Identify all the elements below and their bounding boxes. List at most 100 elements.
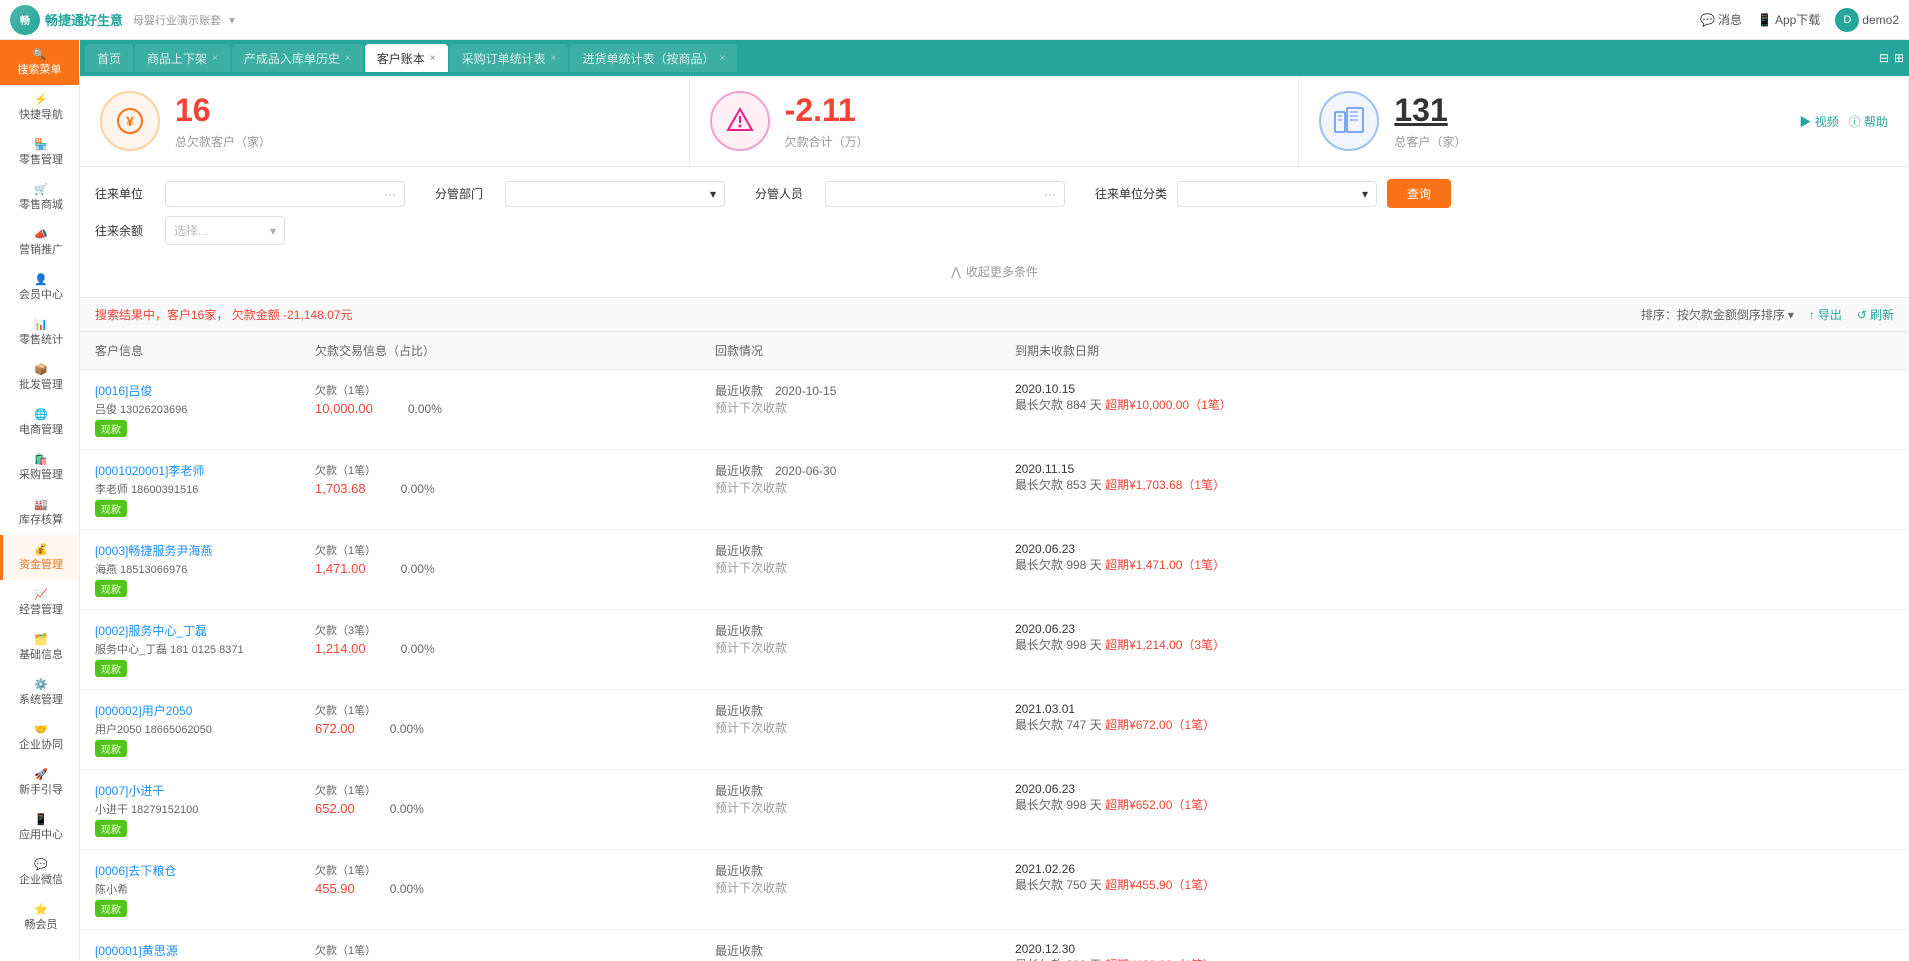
unit-class-input[interactable]: ▾ bbox=[1177, 181, 1377, 207]
customer-name-3[interactable]: [0002]服务中心_丁磊 bbox=[95, 622, 285, 639]
sidebar-item-batch[interactable]: 📦 批发管理 bbox=[0, 355, 79, 400]
tab-warehouse-history-label: 产成品入库单历史 bbox=[244, 50, 340, 67]
dept-input[interactable]: ▾ bbox=[505, 181, 725, 207]
vip-label: 畅会员 bbox=[7, 916, 75, 932]
cell-customer-4: [000002]用户2050 用户2050 18665062050 现款 bbox=[80, 690, 300, 770]
sidebar-item-app-center[interactable]: 📱 应用中心 bbox=[0, 805, 79, 850]
tab-product-listing[interactable]: 商品上下架 × bbox=[135, 44, 230, 72]
last-collection-1: 最近收款 2020-06-30 bbox=[715, 464, 836, 478]
due-date-1: 2020.11.15 bbox=[1015, 462, 1894, 476]
customer-name-5[interactable]: [0007]小进干 bbox=[95, 782, 285, 799]
table-row: [0016]吕俊 吕俊 13026203696 现款 欠款（1笔） 10,000… bbox=[80, 370, 1909, 450]
stat-total-info: 131 总客户（家） bbox=[1394, 92, 1466, 150]
tab-purchase-stats[interactable]: 采购订单统计表 × bbox=[450, 44, 569, 72]
user-avatar[interactable]: D demo2 bbox=[1835, 8, 1899, 32]
refresh-btn[interactable]: ↺ 刷新 bbox=[1857, 306, 1894, 323]
message-btn[interactable]: 💬 消息 bbox=[1700, 11, 1742, 28]
overdue-link-0[interactable]: 超期¥10,000.00（1笔） bbox=[1105, 398, 1232, 412]
brand-sub: 母婴行业演示账套 bbox=[133, 12, 221, 28]
tab-customer-ledger-close[interactable]: × bbox=[430, 53, 436, 64]
sidebar-item-system[interactable]: ⚙️ 系统管理 bbox=[0, 670, 79, 715]
tab-product-listing-label: 商品上下架 bbox=[147, 50, 207, 67]
customer-name-1[interactable]: [0001020001]李老师 bbox=[95, 462, 285, 479]
brand-logo-text: 畅 bbox=[20, 12, 30, 27]
due-date-3: 2020.06.23 bbox=[1015, 622, 1894, 636]
brand: 畅 畅捷通好生意 母婴行业演示账套 ▾ bbox=[10, 5, 235, 35]
customer-tag-4: 现款 bbox=[95, 740, 127, 757]
app-download-btn[interactable]: 📱 App下载 bbox=[1757, 11, 1820, 28]
sidebar-item-zero-sales[interactable]: 🏪 零售管理 bbox=[0, 130, 79, 175]
debt-amount-4[interactable]: 672.00 bbox=[315, 721, 355, 736]
balance-select[interactable]: 选择... ▾ bbox=[165, 216, 285, 245]
tab-incoming-stats[interactable]: 进货单统计表（按商品） × bbox=[570, 44, 737, 72]
customer-name-7[interactable]: [000001]黄思源 bbox=[95, 942, 285, 959]
sidebar-item-new-guide[interactable]: 🚀 新手引导 bbox=[0, 760, 79, 805]
tab-collapse-icon[interactable]: ⊟ bbox=[1879, 51, 1889, 65]
sidebar-item-business[interactable]: 📈 经营管理 bbox=[0, 580, 79, 625]
sidebar-item-ecommerce[interactable]: 🌐 电商管理 bbox=[0, 400, 79, 445]
unit-class-label: 往来单位分类 bbox=[1095, 185, 1167, 202]
source-unit-input[interactable]: ··· bbox=[165, 181, 405, 207]
customer-name-4[interactable]: [000002]用户2050 bbox=[95, 702, 285, 719]
manager-input[interactable]: ··· bbox=[825, 181, 1065, 207]
sidebar-item-member[interactable]: 👤 会员中心 bbox=[0, 265, 79, 310]
tab-incoming-stats-close[interactable]: × bbox=[719, 53, 725, 64]
overdue-link-6[interactable]: 超期¥455.90（1笔） bbox=[1105, 878, 1215, 892]
overdue-link-3[interactable]: 超期¥1,214.00（3笔） bbox=[1105, 638, 1225, 652]
sidebar-item-corp-wechat[interactable]: 💬 企业微信 bbox=[0, 850, 79, 895]
sidebar-item-inventory[interactable]: 🏭 库存核算 bbox=[0, 490, 79, 535]
tab-customer-ledger[interactable]: 客户账本 × bbox=[365, 44, 448, 72]
overdue-link-5[interactable]: 超期¥652.00（1笔） bbox=[1105, 798, 1215, 812]
sidebar-item-quicknav[interactable]: ⚡ 快捷导航 bbox=[0, 85, 79, 130]
debt-amount-1[interactable]: 1,703.68 bbox=[315, 481, 366, 496]
sidebar-item-zero-shop[interactable]: 🛒 零售商城 bbox=[0, 175, 79, 220]
debt-amount-6[interactable]: 455.90 bbox=[315, 881, 355, 896]
stat-overdue-customers: ¥ 16 总欠款客户（家） bbox=[80, 76, 690, 166]
manager-label: 分管人员 bbox=[755, 185, 815, 202]
brand-dropdown-icon[interactable]: ▾ bbox=[229, 13, 235, 27]
collapse-btn[interactable]: ⋀ 收起更多条件 bbox=[95, 258, 1894, 285]
tab-product-listing-close[interactable]: × bbox=[212, 53, 218, 64]
sidebar-item-basic[interactable]: 🗂️ 基础信息 bbox=[0, 625, 79, 670]
overdue-link-1[interactable]: 超期¥1,703.68（1笔） bbox=[1105, 478, 1225, 492]
customer-name-0[interactable]: [0016]吕俊 bbox=[95, 382, 285, 399]
marketing-icon: 📣 bbox=[7, 228, 75, 241]
customer-name-2[interactable]: [0003]畅捷服务尹海燕 bbox=[95, 542, 285, 559]
help-btn[interactable]: ⓘ 帮助 bbox=[1849, 113, 1888, 130]
tab-warehouse-history-close[interactable]: × bbox=[345, 53, 351, 64]
debt-amount-3[interactable]: 1,214.00 bbox=[315, 641, 366, 656]
stat-amount-value: -2.11 bbox=[785, 92, 869, 129]
tab-expand-icon[interactable]: ⊞ bbox=[1894, 51, 1904, 65]
cell-debt-5: 欠款（1笔） 652.00 0.00% bbox=[300, 770, 700, 850]
sidebar-item-finance[interactable]: 💰 资金管理 bbox=[0, 535, 79, 580]
debt-amount-2[interactable]: 1,471.00 bbox=[315, 561, 366, 576]
debt-amount-5[interactable]: 652.00 bbox=[315, 801, 355, 816]
stat-total-value: 131 bbox=[1394, 92, 1466, 129]
sidebar-item-corp-collab[interactable]: 🤝 企业协同 bbox=[0, 715, 79, 760]
inventory-icon: 🏭 bbox=[7, 498, 75, 511]
marketing-label: 营销推广 bbox=[7, 241, 75, 257]
sort-select[interactable]: 排序：按欠款金额倒序排序 ▾ bbox=[1641, 306, 1794, 323]
vip-icon: ⭐ bbox=[7, 903, 75, 916]
sidebar-item-marketing[interactable]: 📣 营销推广 bbox=[0, 220, 79, 265]
search-menu-btn[interactable]: 🔍 搜索菜单 bbox=[0, 40, 79, 85]
cell-due-4: 2021.03.01 最长欠款 747 天 超期¥672.00（1笔） bbox=[1000, 690, 1909, 770]
overdue-days-1: 最长欠款 853 天 超期¥1,703.68（1笔） bbox=[1015, 476, 1894, 493]
tab-warehouse-history[interactable]: 产成品入库单历史 × bbox=[232, 44, 363, 72]
export-btn[interactable]: ↑ 导出 bbox=[1809, 306, 1842, 323]
next-collection-4: 预计下次收款 bbox=[715, 719, 985, 736]
tab-home[interactable]: 首页 bbox=[85, 44, 133, 72]
sidebar-item-zero-stats[interactable]: 📊 零售统计 bbox=[0, 310, 79, 355]
collection-info-5: 最近收款 bbox=[715, 782, 985, 799]
sidebar-item-purchase[interactable]: 🛍️ 采购管理 bbox=[0, 445, 79, 490]
debt-label-5: 欠款（1笔） bbox=[315, 782, 685, 798]
debt-amount-0[interactable]: 10,000.00 bbox=[315, 401, 373, 416]
video-btn[interactable]: ▶ 视频 bbox=[1799, 113, 1838, 130]
sidebar-item-vip[interactable]: ⭐ 畅会员 bbox=[0, 895, 79, 940]
new-guide-label: 新手引导 bbox=[7, 781, 75, 797]
tab-purchase-stats-close[interactable]: × bbox=[551, 53, 557, 64]
search-btn[interactable]: 查询 bbox=[1387, 179, 1451, 208]
customer-name-6[interactable]: [0006]去下粮仓 bbox=[95, 862, 285, 879]
overdue-link-4[interactable]: 超期¥672.00（1笔） bbox=[1105, 718, 1215, 732]
overdue-link-2[interactable]: 超期¥1,471.00（1笔） bbox=[1105, 558, 1225, 572]
